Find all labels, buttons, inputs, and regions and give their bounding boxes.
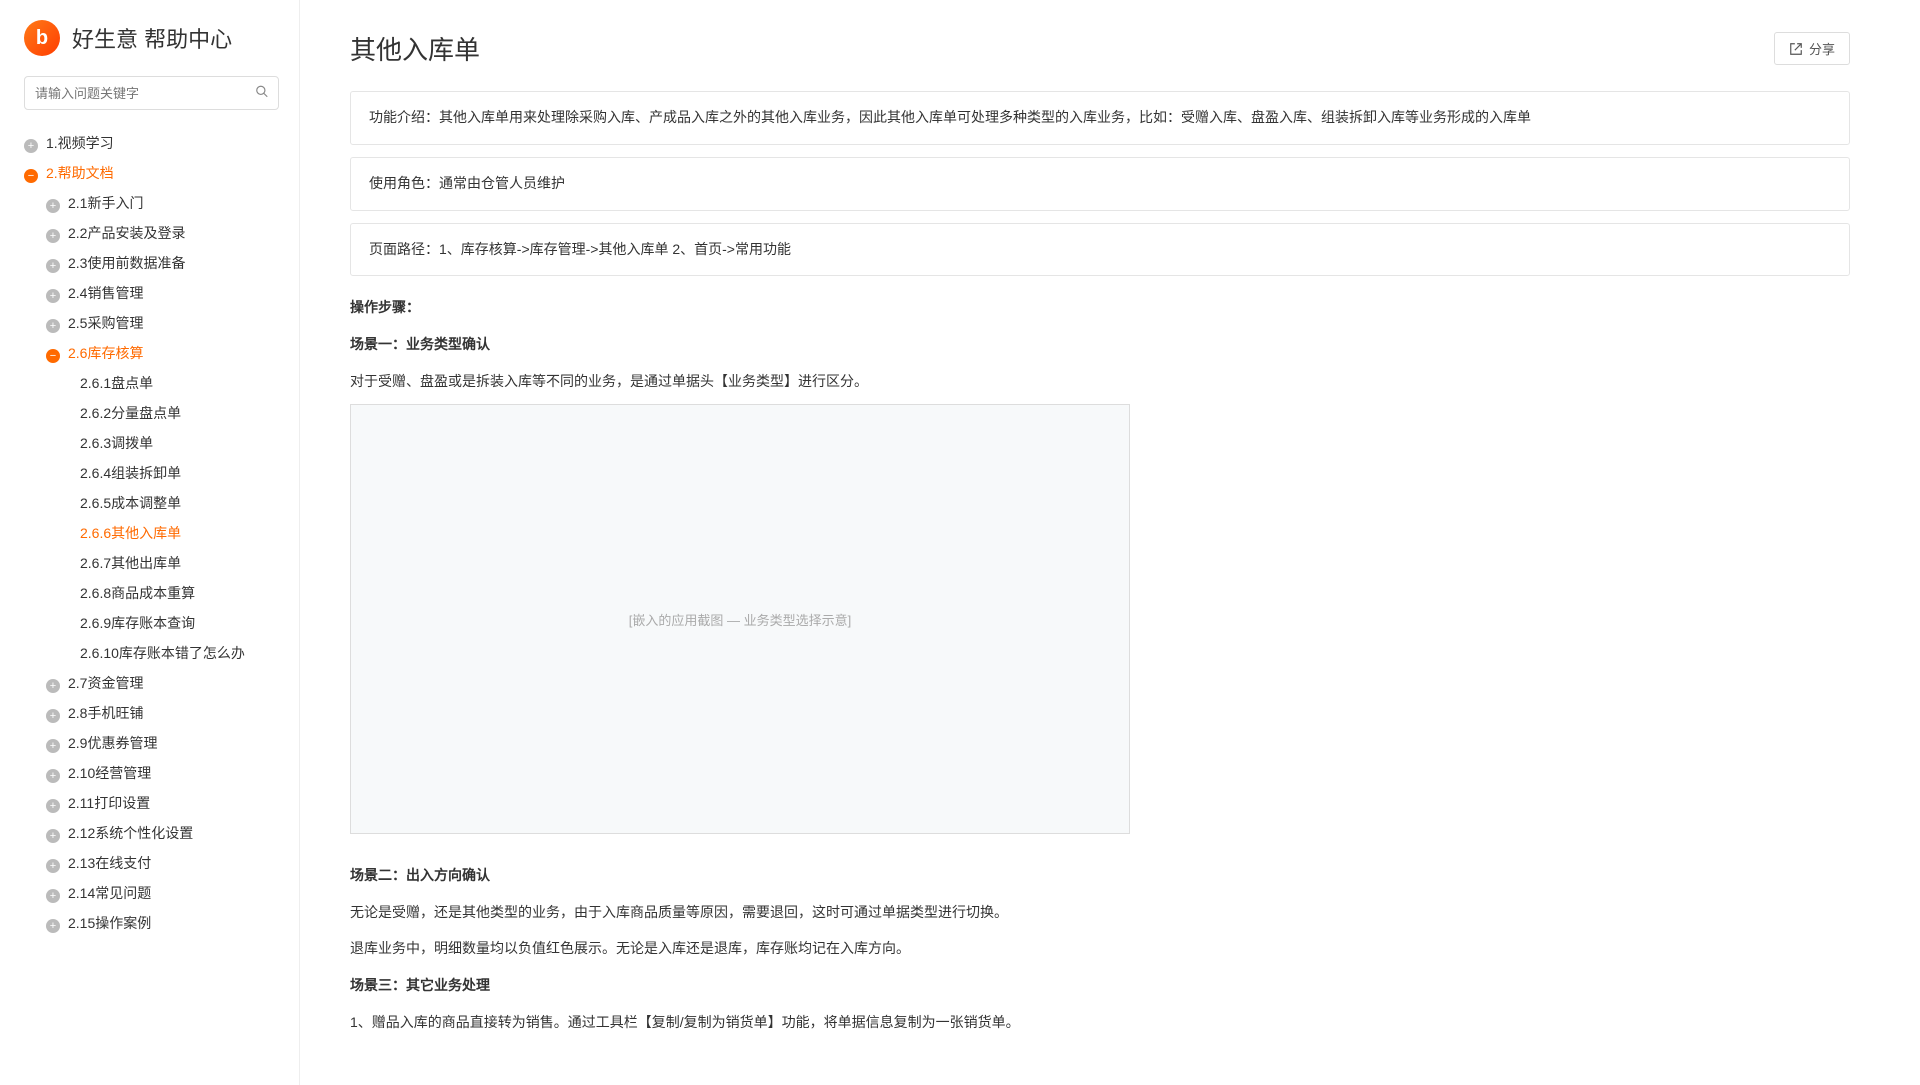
- plus-icon: +: [46, 739, 60, 753]
- plus-icon: +: [46, 199, 60, 213]
- scene3-line1: 1、赠品入库的商品直接转为销售。通过工具栏【复制/复制为销货单】功能，将单据信息…: [350, 1009, 1850, 1036]
- embedded-screenshot: [嵌入的应用截图 — 业务类型选择示意]: [350, 404, 1130, 834]
- nav-item-2-12[interactable]: +2.12系统个性化设置: [24, 818, 279, 848]
- share-label: 分享: [1809, 39, 1835, 58]
- plus-icon: +: [46, 709, 60, 723]
- share-icon: [1789, 42, 1803, 56]
- plus-icon: +: [46, 829, 60, 843]
- main-content: 其他入库单 分享 功能介绍：其他入库单用来处理除采购入库、产成品入库之外的其他入…: [300, 0, 1900, 1085]
- nav-item-2-7[interactable]: +2.7资金管理: [24, 668, 279, 698]
- minus-icon: −: [46, 349, 60, 363]
- search-box: [24, 76, 279, 110]
- role-label: 使用角色：: [369, 175, 439, 191]
- plus-icon: +: [46, 319, 60, 333]
- plus-icon: +: [46, 799, 60, 813]
- nav-item-2-6-3[interactable]: 2.6.3调拨单: [24, 428, 279, 458]
- nav-item-2-1[interactable]: +2.1新手入门: [24, 188, 279, 218]
- search-icon[interactable]: [255, 85, 269, 102]
- sidebar: b 好生意 帮助中心 +1.视频学习 −2.帮助文档 +2.1新手入门 +2.2…: [0, 0, 300, 1085]
- content-body: 操作步骤： 场景一：业务类型确认 对于受赠、盘盈或是拆装入库等不同的业务，是通过…: [350, 294, 1850, 1035]
- nav-item-2-6-9[interactable]: 2.6.9库存账本查询: [24, 608, 279, 638]
- nav-item-2-3[interactable]: +2.3使用前数据准备: [24, 248, 279, 278]
- nav-item-2-6-4[interactable]: 2.6.4组装拆卸单: [24, 458, 279, 488]
- nav-item-2-11[interactable]: +2.11打印设置: [24, 788, 279, 818]
- nav-item-2-6-8[interactable]: 2.6.8商品成本重算: [24, 578, 279, 608]
- role-text: 通常由仓管人员维护: [439, 175, 565, 191]
- path-card: 页面路径：1、库存核算->库存管理->其他入库单 2、首页->常用功能: [350, 223, 1850, 277]
- path-label: 页面路径：: [369, 241, 439, 257]
- search-input[interactable]: [24, 76, 279, 110]
- plus-icon: +: [46, 859, 60, 873]
- scene2-line1: 无论是受赠，还是其他类型的业务，由于入库商品质量等原因，需要退回，这时可通过单据…: [350, 899, 1850, 926]
- page-title: 其他入库单: [350, 30, 480, 67]
- nav-tree: +1.视频学习 −2.帮助文档 +2.1新手入门 +2.2产品安装及登录 +2.…: [24, 128, 279, 938]
- intro-card: 功能介绍：其他入库单用来处理除采购入库、产成品入库之外的其他入库业务，因此其他入…: [350, 91, 1850, 145]
- role-card: 使用角色：通常由仓管人员维护: [350, 157, 1850, 211]
- nav-item-2-6-7[interactable]: 2.6.7其他出库单: [24, 548, 279, 578]
- scene3-title: 场景三：其它业务处理: [350, 972, 1850, 999]
- plus-icon: +: [46, 229, 60, 243]
- plus-icon: +: [46, 679, 60, 693]
- logo-icon: b: [24, 20, 60, 56]
- plus-icon: +: [46, 289, 60, 303]
- nav-item-2-14[interactable]: +2.14常见问题: [24, 878, 279, 908]
- nav-item-2-6-10[interactable]: 2.6.10库存账本错了怎么办: [24, 638, 279, 668]
- plus-icon: +: [46, 769, 60, 783]
- logo-row: b 好生意 帮助中心: [24, 20, 279, 56]
- minus-icon: −: [24, 169, 38, 183]
- plus-icon: +: [46, 919, 60, 933]
- plus-icon: +: [46, 889, 60, 903]
- nav-item-2-4[interactable]: +2.4销售管理: [24, 278, 279, 308]
- intro-label: 功能介绍：: [369, 109, 439, 125]
- intro-text: 其他入库单用来处理除采购入库、产成品入库之外的其他入库业务，因此其他入库单可处理…: [439, 109, 1531, 125]
- nav-item-2-5[interactable]: +2.5采购管理: [24, 308, 279, 338]
- nav-item-2-9[interactable]: +2.9优惠券管理: [24, 728, 279, 758]
- nav-item-2-8[interactable]: +2.8手机旺铺: [24, 698, 279, 728]
- scene2-title: 场景二：出入方向确认: [350, 862, 1850, 889]
- app-title: 好生意 帮助中心: [72, 22, 232, 54]
- nav-item-2-6-2[interactable]: 2.6.2分量盘点单: [24, 398, 279, 428]
- title-row: 其他入库单 分享: [350, 30, 1850, 67]
- nav-item-2-6-1[interactable]: 2.6.1盘点单: [24, 368, 279, 398]
- nav-item-docs[interactable]: −2.帮助文档: [24, 158, 279, 188]
- nav-item-2-2[interactable]: +2.2产品安装及登录: [24, 218, 279, 248]
- nav-item-2-15[interactable]: +2.15操作案例: [24, 908, 279, 938]
- nav-item-video[interactable]: +1.视频学习: [24, 128, 279, 158]
- plus-icon: +: [24, 139, 38, 153]
- steps-title: 操作步骤：: [350, 294, 1850, 321]
- nav-item-2-13[interactable]: +2.13在线支付: [24, 848, 279, 878]
- scene2-line2: 退库业务中，明细数量均以负值红色展示。无论是入库还是退库，库存账均记在入库方向。: [350, 935, 1850, 962]
- nav-item-2-10[interactable]: +2.10经营管理: [24, 758, 279, 788]
- scene1-text: 对于受赠、盘盈或是拆装入库等不同的业务，是通过单据头【业务类型】进行区分。: [350, 368, 1850, 395]
- nav-item-2-6-5[interactable]: 2.6.5成本调整单: [24, 488, 279, 518]
- screenshot-placeholder-text: [嵌入的应用截图 — 业务类型选择示意]: [629, 610, 851, 629]
- share-button[interactable]: 分享: [1774, 32, 1850, 65]
- nav-item-2-6-6[interactable]: 2.6.6其他入库单: [24, 518, 279, 548]
- path-text: 1、库存核算->库存管理->其他入库单 2、首页->常用功能: [439, 241, 791, 257]
- scene1-title: 场景一：业务类型确认: [350, 331, 1850, 358]
- nav-item-2-6[interactable]: −2.6库存核算: [24, 338, 279, 368]
- plus-icon: +: [46, 259, 60, 273]
